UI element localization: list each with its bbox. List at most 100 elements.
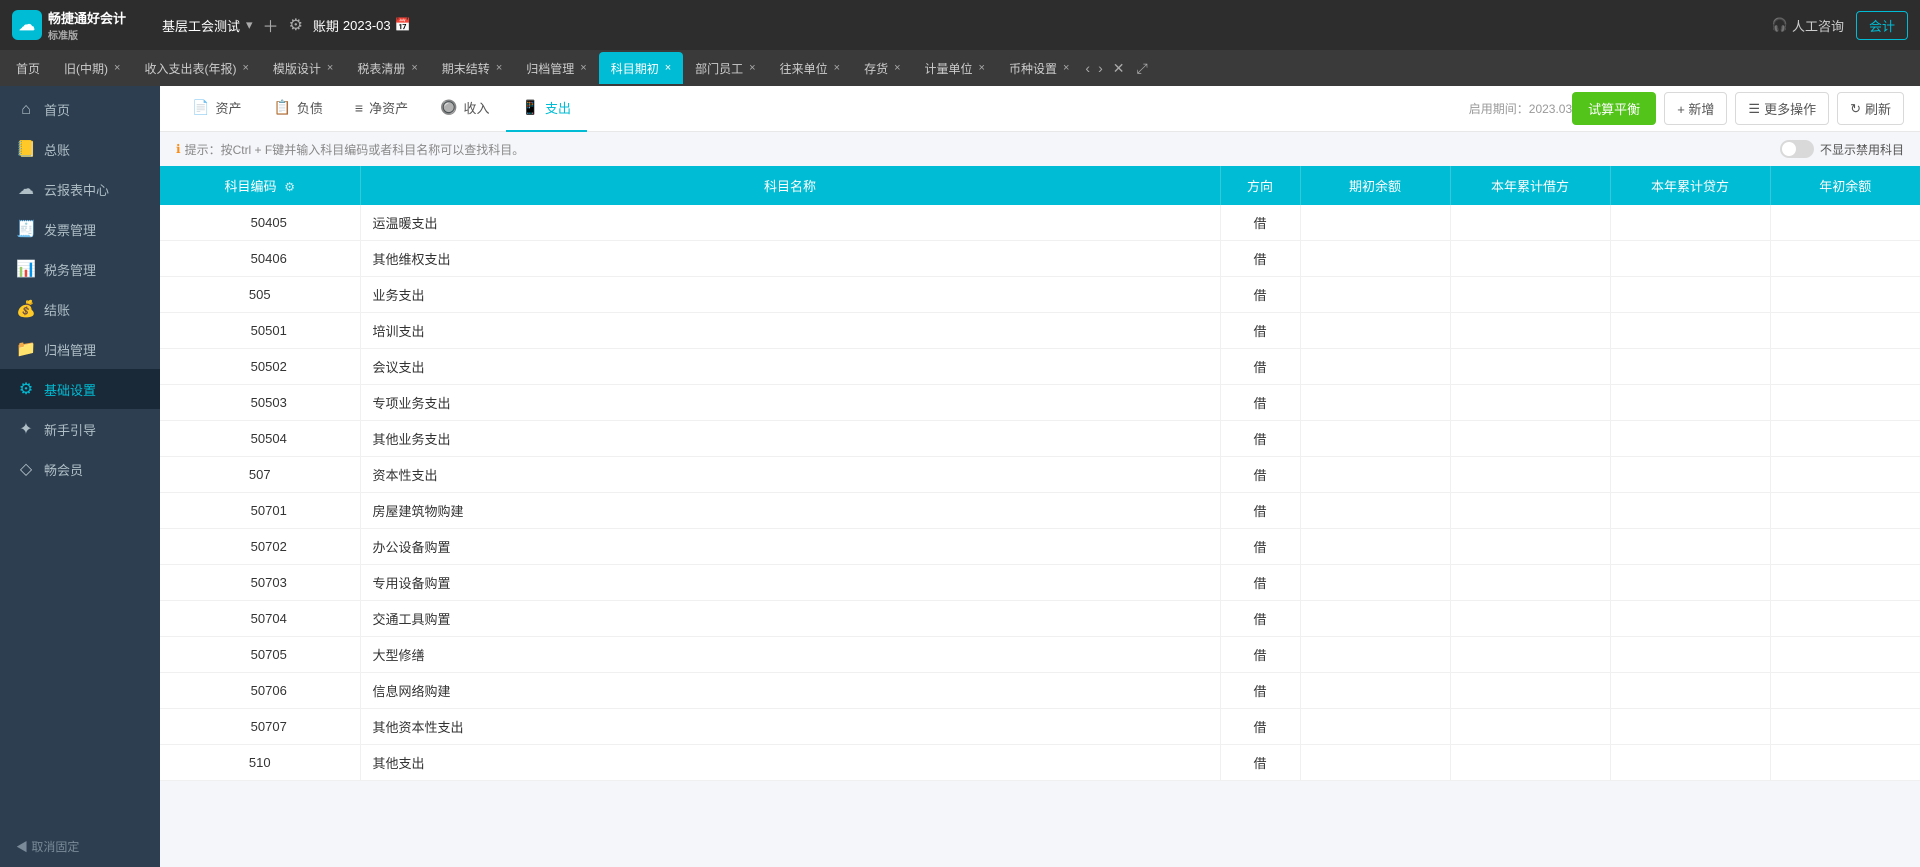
header-settings-icon[interactable]: ⚙ [289,15,303,35]
tab-subject-init[interactable]: 科目期初 × [599,52,683,84]
hint-toggle[interactable]: 不显示禁用科目 [1780,140,1904,158]
tab-mid[interactable]: 旧(中期) × [52,52,132,84]
tab-measure[interactable]: 计量单位 × [913,52,997,84]
sidebar-item-tax[interactable]: 📊 税务管理 [0,249,160,289]
calendar-icon[interactable]: 📅 [395,17,411,33]
tab-nav-next[interactable]: › [1094,60,1107,76]
cell-period-balance [1300,745,1450,781]
more-btn[interactable]: ☰ 更多操作 [1735,92,1829,125]
cell-ytd-debit [1450,421,1610,457]
tab-unit[interactable]: 往来单位 × [768,52,852,84]
tab-close-inventory[interactable]: × [894,62,900,74]
collapse-label: ◀ 取消固定 [16,838,79,855]
sidebar-collapse-btn[interactable]: ◀ 取消固定 [0,826,160,867]
table-row[interactable]: 505业务支出借 [160,277,1920,313]
table-row[interactable]: 50707其他资本性支出借 [160,709,1920,745]
sidebar-item-ledger[interactable]: 📒 总账 [0,129,160,169]
sidebar-item-archive[interactable]: 📁 归档管理 [0,329,160,369]
sidebar-label-invoice: 发票管理 [44,220,96,239]
tab-close-tax[interactable]: × [411,62,417,74]
cell-name: 会议支出 [360,349,1220,385]
tab-close-unit[interactable]: × [834,62,840,74]
cell-ytd-debit [1450,385,1610,421]
tab-close-currency[interactable]: × [1063,62,1069,74]
table-row[interactable]: 50704交通工具购置借 [160,601,1920,637]
table-row[interactable]: 507资本性支出借 [160,457,1920,493]
tab-nav-prev[interactable]: ‹ [1081,60,1094,76]
toggle-switch[interactable] [1780,140,1814,158]
balance-btn[interactable]: 试算平衡 [1572,92,1656,125]
tab-close-archive[interactable]: × [580,62,586,74]
cell-period-balance [1300,385,1450,421]
cell-period-balance [1300,277,1450,313]
cell-direction: 借 [1220,745,1300,781]
tab-expand-btn[interactable]: ⤢ [1131,60,1154,77]
tab-close-all-btn[interactable]: ✕ [1107,60,1131,77]
tab-close-template[interactable]: × [327,62,333,74]
period-info-text: 启用期间：2023.03 [1469,100,1572,117]
sub-tab-asset[interactable]: 📄 资产 [176,86,257,132]
add-btn[interactable]: + 新增 [1664,92,1727,125]
header-add-btn[interactable]: ＋ [263,13,279,37]
sub-tab-income[interactable]: 🔘 收入 [424,86,505,132]
sidebar-label-guide: 新手引导 [44,420,96,439]
tab-close-subject-init[interactable]: × [665,62,671,74]
tab-close-income[interactable]: × [242,62,248,74]
table-row[interactable]: 50503专项业务支出借 [160,385,1920,421]
cell-code: 50707 [160,709,360,745]
sidebar-label-ledger: 总账 [44,140,70,159]
account-btn[interactable]: 会计 [1856,11,1908,40]
table-row[interactable]: 50705大型修缮借 [160,637,1920,673]
cell-direction: 借 [1220,421,1300,457]
table-row[interactable]: 50701房屋建筑物购建借 [160,493,1920,529]
tab-template[interactable]: 模版设计 × [261,52,345,84]
header-project[interactable]: 基层工会测试 ▾ [162,16,253,35]
support-btn[interactable]: 🎧 人工咨询 [1772,16,1844,35]
table-container[interactable]: 科目编码 ⚙ 科目名称 方向 期初余额 本年累计借方 本年累计贷方 年初余额 5… [160,166,1920,867]
table-row[interactable]: 510其他支出借 [160,745,1920,781]
toggle-knob [1782,142,1796,156]
tab-tax[interactable]: 税表清册 × [345,52,429,84]
tab-dept[interactable]: 部门员工 × [683,52,767,84]
sidebar-item-basic[interactable]: ⚙ 基础设置 [0,369,160,409]
refresh-btn[interactable]: ↻ 刷新 [1837,92,1904,125]
sidebar-item-member[interactable]: ◇ 畅会员 [0,449,160,489]
sidebar-item-home[interactable]: ⌂ 首页 [0,90,160,129]
sub-tab-net-asset[interactable]: ≡ 净资产 [339,86,424,132]
th-year-balance: 年初余额 [1770,166,1920,205]
sidebar-item-settle[interactable]: 💰 结账 [0,289,160,329]
sidebar-item-guide[interactable]: ✦ 新手引导 [0,409,160,449]
sub-tab-liability[interactable]: 📋 负债 [257,86,338,132]
table-row[interactable]: 50703专用设备购置借 [160,565,1920,601]
tab-inventory[interactable]: 存货 × [852,52,912,84]
archive-icon: 📁 [16,339,36,359]
tab-close-dept[interactable]: × [749,62,755,74]
sidebar-item-report[interactable]: ☁ 云报表中心 [0,169,160,209]
table-row[interactable]: 50406其他维权支出借 [160,241,1920,277]
sidebar-item-invoice[interactable]: 🧾 发票管理 [0,209,160,249]
tab-income[interactable]: 收入支出表(年报) × [132,52,260,84]
settle-icon: 💰 [16,299,36,319]
tab-close-measure[interactable]: × [979,62,985,74]
tab-currency[interactable]: 币种设置 × [997,52,1081,84]
tab-close-period-end[interactable]: × [496,62,502,74]
cell-name: 房屋建筑物购建 [360,493,1220,529]
sub-tab-label-net-asset: 净资产 [369,98,408,117]
table-row[interactable]: 50504其他业务支出借 [160,421,1920,457]
cell-ytd-credit [1610,673,1770,709]
tab-archive[interactable]: 归档管理 × [514,52,598,84]
table-row[interactable]: 50405运温暖支出借 [160,205,1920,241]
cell-period-balance [1300,637,1450,673]
cell-name: 大型修缮 [360,637,1220,673]
sub-tab-expense[interactable]: 📱 支出 [506,86,587,132]
cell-ytd-debit [1450,349,1610,385]
table-row[interactable]: 50706信息网络购建借 [160,673,1920,709]
table-row[interactable]: 50702办公设备购置借 [160,529,1920,565]
gear-icon[interactable]: ⚙ [284,180,295,194]
table-row[interactable]: 50501培训支出借 [160,313,1920,349]
tab-close-mid[interactable]: × [114,62,120,74]
table-row[interactable]: 50502会议支出借 [160,349,1920,385]
cell-code: 50705 [160,637,360,673]
tab-period-end[interactable]: 期末结转 × [430,52,514,84]
tab-home[interactable]: 首页 [4,52,52,84]
